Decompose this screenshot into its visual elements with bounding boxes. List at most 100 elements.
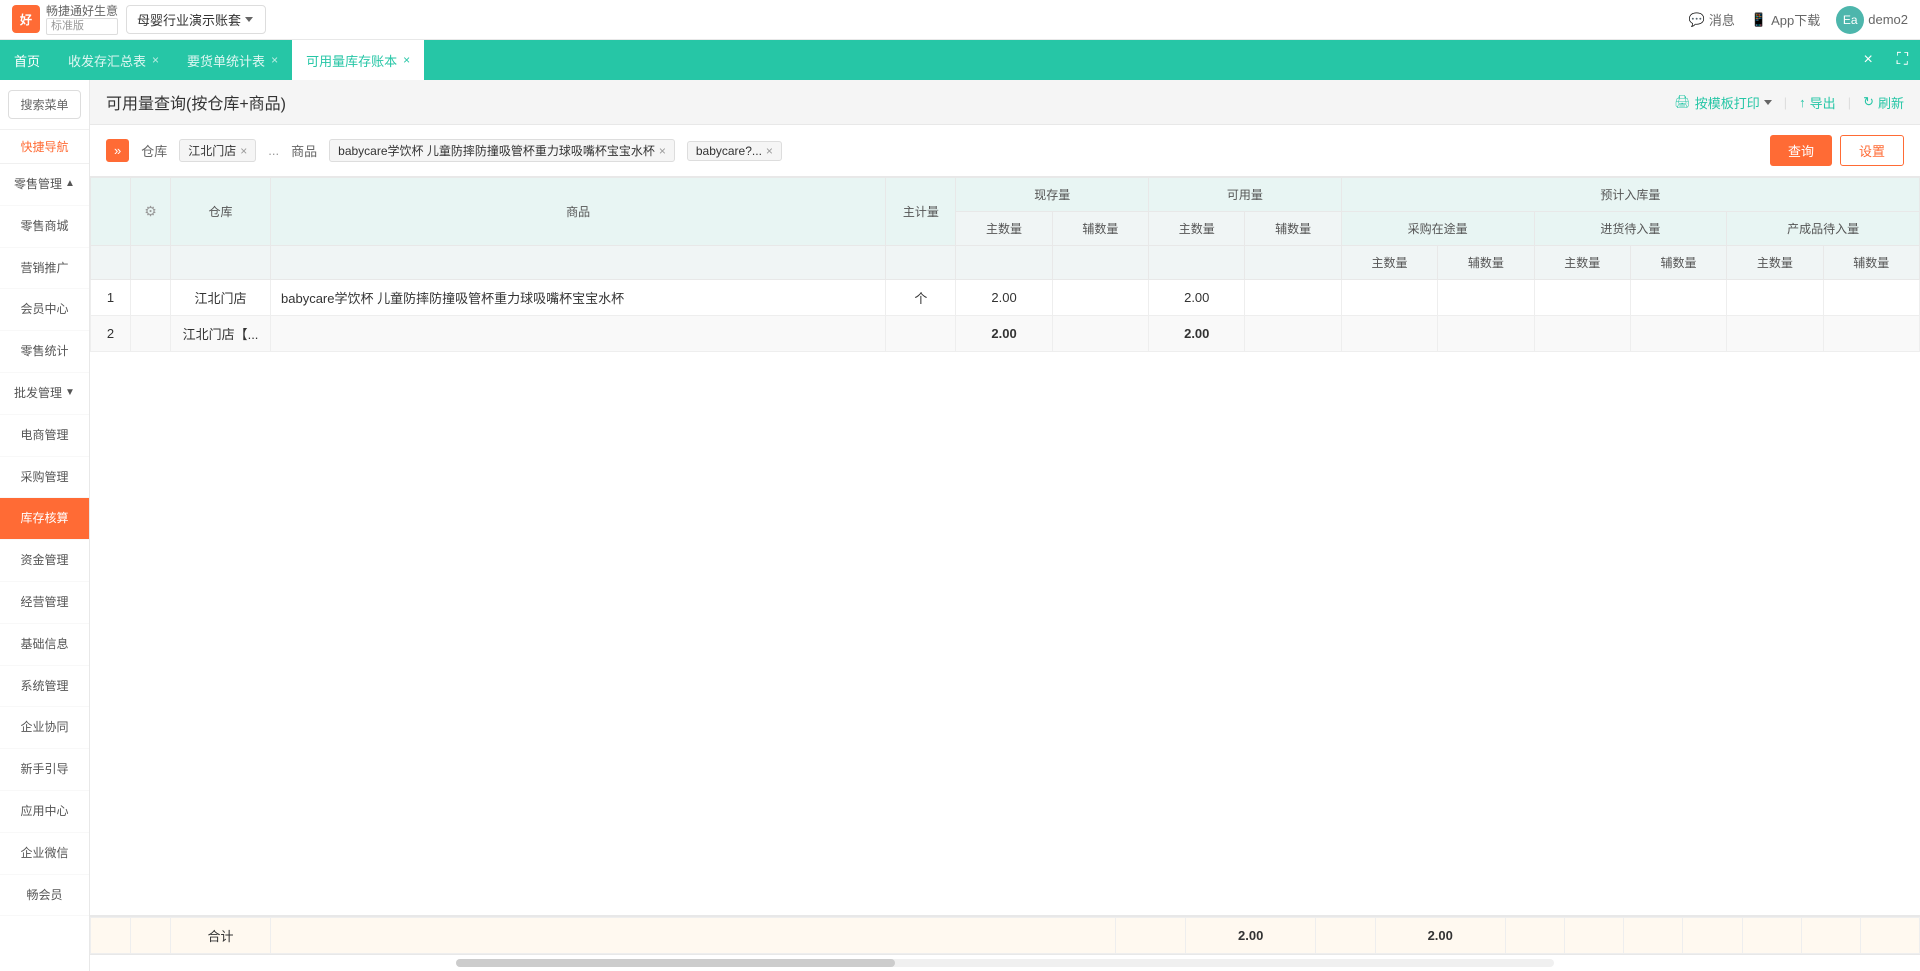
sidebar-item-retail-stats[interactable]: 零售统计 — [0, 331, 89, 373]
export-icon: ↑ — [1799, 95, 1806, 110]
col-purchase-transit-header: 采购在途量 — [1341, 212, 1534, 246]
sidebar-arrow-wholesale: ▼ — [65, 386, 75, 400]
refresh-btn[interactable]: ↻ 刷新 — [1863, 93, 1904, 112]
quick-nav-btn[interactable]: 快捷导航 — [0, 130, 89, 164]
sidebar-item-enterprise[interactable]: 企业协同 — [0, 707, 89, 749]
col-warehouse-header: 仓库 — [171, 178, 271, 246]
warehouse-more[interactable]: ... — [268, 143, 279, 158]
refresh-label: 刷新 — [1878, 93, 1904, 112]
table-wrapper: ⚙ 仓库 商品 主计量 现存量 可用量 预计入库量 主数量 辅数量 主数量 辅数… — [90, 177, 1920, 915]
tab-collection[interactable]: 收发存汇总表 × — [54, 40, 173, 80]
header-actions: 🖨 按模板打印 | ↑ 导出 | ↻ 刷新 — [1674, 93, 1904, 112]
tab-available-label: 可用量库存账本 — [306, 51, 397, 70]
sidebar-item-operations[interactable]: 经营管理 — [0, 582, 89, 624]
settings-btn[interactable]: 设置 — [1840, 135, 1904, 166]
tab-available-close[interactable]: × — [403, 53, 410, 67]
sidebar-item-finance[interactable]: 资金管理 — [0, 540, 89, 582]
col-avail-main: 主数量 — [1149, 212, 1245, 246]
summary-avail-sub — [1505, 918, 1564, 954]
col-purchase-transit-main: 主数量 — [1341, 246, 1437, 280]
scrollbar-thumb[interactable] — [456, 959, 895, 967]
sidebar-item-newbie[interactable]: 新手引导 — [0, 749, 89, 791]
nav-expand-btn[interactable]: ⛶ — [1885, 40, 1920, 80]
sidebar-item-wholesale[interactable]: 批发管理 ▼ — [0, 373, 89, 415]
summary-label: 合计 — [171, 918, 271, 954]
sidebar-item-retail-shop-label: 零售商城 — [20, 219, 68, 233]
col-product-incoming-main: 主数量 — [1727, 246, 1823, 280]
warehouse-tag-remove[interactable]: × — [240, 144, 247, 158]
filter-expand-btn[interactable]: » — [106, 139, 129, 162]
product-tag-1-remove[interactable]: × — [659, 144, 666, 158]
sidebar-item-wecom[interactable]: 企业微信 — [0, 833, 89, 875]
search-menu-btn[interactable]: 搜索菜单 — [8, 90, 81, 119]
col-main-unit-header: 主计量 — [886, 178, 956, 246]
org-selector[interactable]: 母婴行业演示账套 — [126, 5, 266, 34]
cell-pi-main-2 — [1727, 316, 1823, 352]
product-label: 商品 — [291, 141, 317, 160]
print-label: 按模板打印 — [1695, 93, 1760, 112]
sidebar-search: 搜索菜单 — [0, 80, 89, 130]
export-label: 导出 — [1810, 93, 1836, 112]
sidebar-arrow-retail: ▲ — [65, 177, 75, 191]
app-download-btn[interactable]: 📱 App下载 — [1751, 10, 1820, 29]
sidebar-item-retail-mgmt[interactable]: 零售管理 ▲ — [0, 164, 89, 206]
query-btn[interactable]: 查询 — [1770, 135, 1832, 166]
summary-in-sub — [1742, 918, 1801, 954]
tab-available[interactable]: 可用量库存账本 × — [292, 40, 424, 80]
tab-collection-label: 收发存汇总表 — [68, 51, 146, 70]
print-icon: 🖨 — [1674, 94, 1691, 110]
sidebar-item-app-center[interactable]: 应用中心 — [0, 791, 89, 833]
nav-close-btn[interactable]: × — [1851, 40, 1884, 80]
sidebar-item-vip[interactable]: 畅会员 — [0, 875, 89, 917]
sidebar-item-member[interactable]: 会员中心 — [0, 289, 89, 331]
logo-icon: 好 — [12, 5, 40, 33]
cell-pi-main-1 — [1727, 280, 1823, 316]
nav-spacer — [424, 40, 1851, 80]
sidebar-item-operations-label: 经营管理 — [20, 595, 68, 609]
sidebar-item-inventory-label: 库存核算 — [20, 511, 68, 525]
message-btn[interactable]: 💬 消息 — [1689, 10, 1735, 29]
col-incoming-header: 进货待入量 — [1534, 212, 1727, 246]
user-area[interactable]: Ea demo2 — [1836, 6, 1908, 34]
sidebar-item-basics[interactable]: 基础信息 — [0, 624, 89, 666]
cell-pt-main-1 — [1341, 280, 1437, 316]
table-settings-icon[interactable]: ⚙ — [144, 203, 157, 219]
cell-in-main-1 — [1534, 280, 1630, 316]
message-label: 消息 — [1709, 10, 1735, 29]
tab-collection-close[interactable]: × — [152, 53, 159, 67]
product-tag-2-remove[interactable]: × — [766, 144, 773, 158]
col-current-sub: 辅数量 — [1052, 212, 1148, 246]
sidebar-item-vip-label: 畅会员 — [26, 888, 62, 902]
cell-avail-main-2: 2.00 — [1149, 316, 1245, 352]
filter-actions: 查询 设置 — [1770, 135, 1904, 166]
horizontal-scrollbar[interactable] — [456, 959, 1554, 967]
sidebar-item-enterprise-label: 企业协同 — [20, 720, 68, 734]
sidebar-item-retail-shop[interactable]: 零售商城 — [0, 206, 89, 248]
summary-current-main: 2.00 — [1185, 918, 1315, 954]
sidebar-item-system[interactable]: 系统管理 — [0, 666, 89, 708]
print-btn[interactable]: 🖨 按模板打印 — [1674, 93, 1772, 112]
product-tag-2: babycare?... × — [687, 141, 782, 161]
cell-in-sub-1 — [1630, 280, 1726, 316]
cell-pt-main-2 — [1341, 316, 1437, 352]
cell-product-1: babycare学饮杯 儿童防摔防撞吸管杯重力球吸嘴杯宝宝水杯 — [271, 280, 886, 316]
content-area: 可用量查询(按仓库+商品) 🖨 按模板打印 | ↑ 导出 | ↻ 刷新 — [90, 80, 1920, 971]
tab-requisition[interactable]: 要货单统计表 × — [173, 40, 292, 80]
warehouse-label: 仓库 — [141, 141, 167, 160]
sidebar-item-ecommerce[interactable]: 电商管理 — [0, 415, 89, 457]
org-selector-text: 母婴行业演示账套 — [137, 10, 241, 29]
col-planned-in-group: 预计入库量 — [1341, 178, 1919, 212]
tab-home[interactable]: 首页 — [0, 40, 54, 80]
sidebar-item-purchase[interactable]: 采购管理 — [0, 457, 89, 499]
col-avail-sub: 辅数量 — [1245, 212, 1341, 246]
export-btn[interactable]: ↑ 导出 — [1799, 93, 1836, 112]
sidebar-item-wecom-label: 企业微信 — [20, 846, 68, 860]
tab-requisition-close[interactable]: × — [271, 53, 278, 67]
sidebar-item-marketing[interactable]: 营销推广 — [0, 248, 89, 290]
warehouse-tag: 江北门店 × — [179, 139, 256, 162]
sidebar-item-inventory[interactable]: 库存核算 — [0, 498, 89, 540]
sidebar-item-basics-label: 基础信息 — [20, 637, 68, 651]
filter-area: » 仓库 江北门店 × ... 商品 babycare学饮杯 儿童防摔防撞吸管杯… — [90, 125, 1920, 177]
sidebar-item-marketing-label: 营销推广 — [20, 261, 68, 275]
table-row: 2 江北门店【... 2.00 2.00 — [91, 316, 1920, 352]
